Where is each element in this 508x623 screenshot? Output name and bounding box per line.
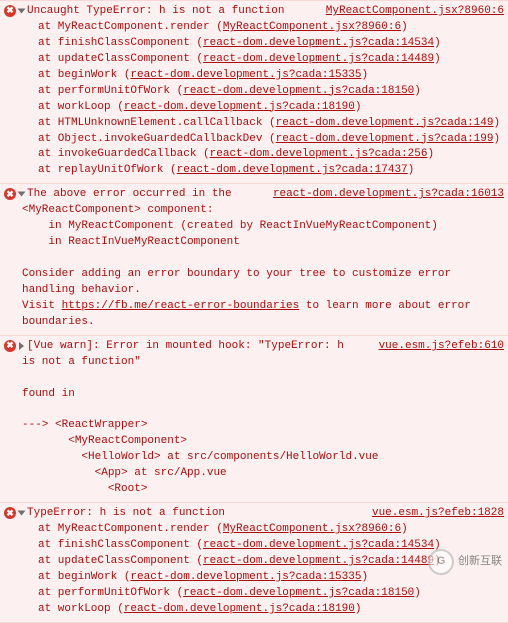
source-link[interactable]: react-dom.development.js?cada:14489	[203, 53, 434, 65]
error-message: Uncaught TypeError: h is not a function	[27, 5, 284, 17]
error-icon: ✖	[4, 340, 16, 352]
source-link[interactable]: react-dom.development.js?cada:149	[276, 117, 494, 129]
stack-frame: at MyReactComponent.render (MyReactCompo…	[38, 522, 504, 538]
error-icon: ✖	[4, 507, 16, 519]
watermark-icon: G	[428, 549, 454, 575]
error-message: [Vue warn]: Error in mounted hook: "Type…	[27, 340, 344, 352]
console-error-entry: ✖ vue.esm.js?efeb:610 [Vue warn]: Error …	[0, 335, 508, 503]
stack-frame: at replayUnitOfWork (react-dom.developme…	[38, 163, 504, 179]
error-message: TypeError: h is not a function	[27, 507, 225, 519]
stack-frame: at finishClassComponent (react-dom.devel…	[38, 36, 504, 52]
error-header: vue.esm.js?efeb:610 [Vue warn]: Error in…	[27, 339, 504, 355]
error-message: The above error occurred in the	[27, 188, 232, 200]
source-link[interactable]: vue.esm.js?efeb:1828	[372, 506, 504, 522]
console-error-entry: ✖ MyReactComponent.jsx?8960:6 Uncaught T…	[0, 0, 508, 184]
source-link[interactable]: react-dom.development.js?cada:18150	[183, 85, 414, 97]
source-link[interactable]: react-dom.development.js?cada:17437	[177, 164, 408, 176]
disclosure-triangle[interactable]	[18, 511, 26, 516]
stack-frame: at updateClassComponent (react-dom.devel…	[38, 52, 504, 68]
source-link[interactable]: react-dom.development.js?cada:16013	[273, 187, 504, 203]
source-link[interactable]: react-dom.development.js?cada:14534	[203, 37, 434, 49]
error-header: MyReactComponent.jsx?8960:6 Uncaught Typ…	[27, 4, 504, 20]
stack-frame: at performUnitOfWork (react-dom.developm…	[38, 586, 504, 602]
stack-frame: at performUnitOfWork (react-dom.developm…	[38, 84, 504, 100]
disclosure-triangle[interactable]	[18, 9, 26, 14]
stack-trace: at MyReactComponent.render (MyReactCompo…	[4, 20, 504, 179]
source-link[interactable]: react-dom.development.js?cada:18150	[183, 587, 414, 599]
source-link[interactable]: MyReactComponent.jsx?8960:6	[223, 21, 401, 33]
source-link[interactable]: react-dom.development.js?cada:18190	[124, 603, 355, 615]
stack-frame: at beginWork (react-dom.development.js?c…	[38, 68, 504, 84]
stack-frame: at workLoop (react-dom.development.js?ca…	[38, 100, 504, 116]
source-link[interactable]: react-dom.development.js?cada:15335	[130, 69, 361, 81]
error-header: vue.esm.js?efeb:1828 TypeError: h is not…	[27, 506, 504, 522]
error-header: react-dom.development.js?cada:16013 The …	[27, 187, 504, 203]
stack-frame: at MyReactComponent.render (MyReactCompo…	[38, 20, 504, 36]
source-link[interactable]: react-dom.development.js?cada:14489	[203, 555, 434, 567]
error-body: is not a function" found in ---> <ReactW…	[4, 355, 504, 498]
source-link[interactable]: MyReactComponent.jsx?8960:6	[326, 4, 504, 20]
console-error-entry: ✖ react-dom.development.js?cada:16013 Th…	[0, 183, 508, 335]
doc-link[interactable]: https://fb.me/react-error-boundaries	[62, 300, 300, 312]
source-link[interactable]: react-dom.development.js?cada:14534	[203, 539, 434, 551]
stack-frame: at workLoop (react-dom.development.js?ca…	[38, 602, 504, 618]
disclosure-triangle[interactable]	[18, 192, 26, 197]
error-icon: ✖	[4, 5, 16, 17]
stack-frame: at Object.invokeGuardedCallbackDev (reac…	[38, 132, 504, 148]
source-link[interactable]: vue.esm.js?efeb:610	[379, 339, 504, 355]
source-link[interactable]: react-dom.development.js?cada:15335	[130, 571, 361, 583]
watermark: G 创新互联	[428, 549, 502, 575]
error-icon: ✖	[4, 188, 16, 200]
source-link[interactable]: react-dom.development.js?cada:199	[276, 133, 494, 145]
disclosure-triangle[interactable]	[19, 342, 24, 350]
source-link[interactable]: react-dom.development.js?cada:256	[210, 148, 428, 160]
stack-frame: at invokeGuardedCallback (react-dom.deve…	[38, 147, 504, 163]
stack-frame: at HTMLUnknownElement.callCallback (reac…	[38, 116, 504, 132]
source-link[interactable]: MyReactComponent.jsx?8960:6	[223, 523, 401, 535]
watermark-text: 创新互联	[458, 554, 502, 570]
error-body: <MyReactComponent> component: in MyReact…	[4, 203, 504, 331]
source-link[interactable]: react-dom.development.js?cada:18190	[124, 101, 355, 113]
